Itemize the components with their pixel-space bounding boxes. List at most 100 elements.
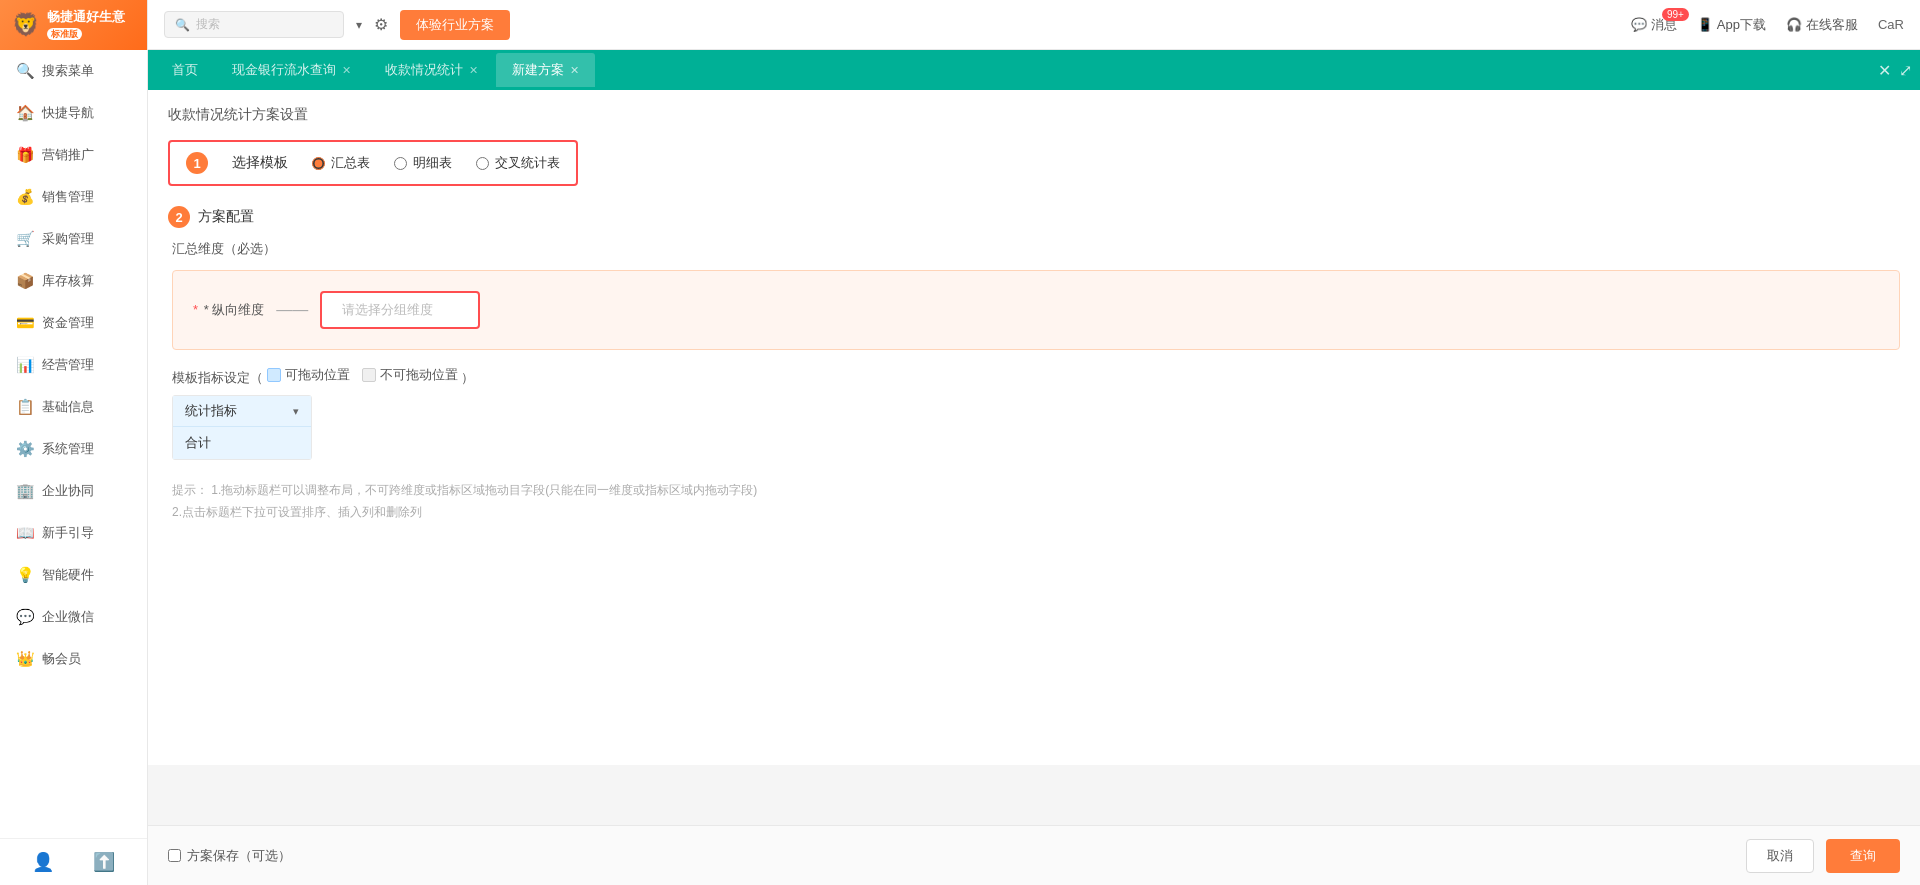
dimension-area: * * 纵向维度 —— 请选择分组维度 xyxy=(172,270,1900,350)
book-icon: 📖 xyxy=(16,524,34,542)
message-btn[interactable]: 💬 消息 99+ xyxy=(1631,16,1677,34)
dimension-select[interactable]: 请选择分组维度 xyxy=(320,291,480,329)
sidebar-item-label: 畅会员 xyxy=(42,650,81,668)
search-icon-small: 🔍 xyxy=(175,18,190,32)
service-label: 在线客服 xyxy=(1806,16,1858,34)
download-btn[interactable]: 📱 App下载 xyxy=(1697,16,1766,34)
industry-btn[interactable]: 体验行业方案 xyxy=(400,10,510,40)
sidebar-item-label: 资金管理 xyxy=(42,314,94,332)
cancel-button[interactable]: 取消 xyxy=(1746,839,1814,873)
sidebar-item-capital[interactable]: 💳 资金管理 xyxy=(0,302,147,344)
sidebar-bottom-icon-2[interactable]: ⬆️ xyxy=(93,851,115,873)
page-title: 收款情况统计方案设置 xyxy=(168,106,1900,124)
sidebar: 🦁 畅捷通好生意 标准版 🔍 搜索菜单 🏠 快捷导航 🎁 营销推广 💰 销售管理… xyxy=(0,0,148,885)
chart-icon: 📊 xyxy=(16,356,34,374)
tab-collection-label: 收款情况统计 xyxy=(385,61,463,79)
tip-1: 提示： 1.拖动标题栏可以调整布局，不可跨维度或指标区域拖动目字段(只能在同一维… xyxy=(172,480,1900,502)
sidebar-item-label: 采购管理 xyxy=(42,230,94,248)
step2-title: 方案配置 xyxy=(198,208,254,226)
sidebar-item-label: 企业微信 xyxy=(42,608,94,626)
tab-collection-close[interactable]: ✕ xyxy=(469,64,478,77)
sidebar-item-hardware[interactable]: 💡 智能硬件 xyxy=(0,554,147,596)
sidebar-item-quicknav[interactable]: 🏠 快捷导航 xyxy=(0,92,147,134)
tab-collection-stat[interactable]: 收款情况统计 ✕ xyxy=(369,53,494,87)
search-placeholder: 搜索 xyxy=(196,16,220,33)
user-avatar[interactable]: CaR xyxy=(1878,17,1904,32)
radio-detail-input[interactable] xyxy=(394,157,407,170)
metrics-hints: 可拖动位置 不可拖动位置 xyxy=(267,366,458,384)
sidebar-item-label: 新手引导 xyxy=(42,524,94,542)
search-icon: 🔍 xyxy=(16,62,34,80)
sidebar-item-guide[interactable]: 📖 新手引导 xyxy=(0,512,147,554)
tabbar: 首页 现金银行流水查询 ✕ 收款情况统计 ✕ 新建方案 ✕ ✕ ⤢ xyxy=(148,50,1920,90)
metrics-category-header[interactable]: 统计指标 ▾ xyxy=(173,396,311,427)
sidebar-bottom: 👤 ⬆️ xyxy=(0,838,147,885)
tab-bank-close[interactable]: ✕ xyxy=(342,64,351,77)
sidebar-item-enterprise[interactable]: 🏢 企业协同 xyxy=(0,470,147,512)
metrics-grid: 统计指标 ▾ 合计 xyxy=(172,395,312,460)
radio-cross-input[interactable] xyxy=(476,157,489,170)
tip-2: 2.点击标题栏下拉可设置排序、插入列和删除列 xyxy=(172,502,1900,524)
sidebar-item-wechat[interactable]: 💬 企业微信 xyxy=(0,596,147,638)
save-label: 方案保存（可选） xyxy=(187,847,291,865)
save-checkbox-input[interactable] xyxy=(168,849,181,862)
dimension-row: * * 纵向维度 —— 请选择分组维度 xyxy=(193,291,1879,329)
gear-icon: ⚙️ xyxy=(16,440,34,458)
step2-num: 2 xyxy=(168,206,190,228)
sidebar-item-purchase[interactable]: 🛒 采购管理 xyxy=(0,218,147,260)
tabbar-actions: ✕ ⤢ xyxy=(1878,61,1912,80)
sidebar-item-label: 快捷导航 xyxy=(42,104,94,122)
logo-icon: 🦁 xyxy=(12,12,39,38)
topbar-search-box[interactable]: 🔍 搜索 xyxy=(164,11,344,38)
settings-icon[interactable]: ⚙ xyxy=(374,15,388,34)
sidebar-bottom-icon-1[interactable]: 👤 xyxy=(32,851,54,873)
save-option[interactable]: 方案保存（可选） xyxy=(168,847,291,865)
sidebar-item-label: 企业协同 xyxy=(42,482,94,500)
tab-home[interactable]: 首页 xyxy=(156,53,214,87)
crown-icon: 👑 xyxy=(16,650,34,668)
sidebar-item-marketing[interactable]: 🎁 营销推广 xyxy=(0,134,147,176)
sidebar-item-system[interactable]: ⚙️ 系统管理 xyxy=(0,428,147,470)
tab-new-plan-close[interactable]: ✕ xyxy=(570,64,579,77)
sidebar-item-inventory[interactable]: 📦 库存核算 xyxy=(0,260,147,302)
tips-section: 提示： 1.拖动标题栏可以调整布局，不可跨维度或指标区域拖动目字段(只能在同一维… xyxy=(172,480,1900,523)
card-icon: 💳 xyxy=(16,314,34,332)
sidebar-item-label: 基础信息 xyxy=(42,398,94,416)
sidebar-item-base[interactable]: 📋 基础信息 xyxy=(0,386,147,428)
sidebar-item-label: 销售管理 xyxy=(42,188,94,206)
radio-cross[interactable]: 交叉统计表 xyxy=(476,154,560,172)
sidebar-item-operation[interactable]: 📊 经营管理 xyxy=(0,344,147,386)
metrics-title-text: 模板指标设定（ xyxy=(172,370,263,385)
sidebar-item-sales[interactable]: 💰 销售管理 xyxy=(0,176,147,218)
sidebar-item-label: 营销推广 xyxy=(42,146,94,164)
dropdown-arrow[interactable]: ▾ xyxy=(356,18,362,32)
message-badge: 99+ xyxy=(1662,8,1689,21)
download-icon: 📱 xyxy=(1697,17,1713,32)
metrics-dropdown-icon[interactable]: ▾ xyxy=(293,405,299,418)
metrics-category-label: 统计指标 xyxy=(185,402,237,420)
logo-badge: 标准版 xyxy=(47,28,82,40)
tab-new-plan[interactable]: 新建方案 ✕ xyxy=(496,53,595,87)
maximize-icon[interactable]: ⤢ xyxy=(1899,61,1912,80)
dimension-config: 汇总维度（必选） * * 纵向维度 —— 请选择分组维度 xyxy=(168,240,1900,523)
home-icon: 🏠 xyxy=(16,104,34,122)
tab-bank[interactable]: 现金银行流水查询 ✕ xyxy=(216,53,367,87)
hint-fixed-label: 不可拖动位置 xyxy=(380,366,458,384)
query-button[interactable]: 查询 xyxy=(1826,839,1900,873)
topbar: 🔍 搜索 ▾ ⚙ 体验行业方案 💬 消息 99+ 📱 App下载 🎧 在线客服 … xyxy=(148,0,1920,50)
service-btn[interactable]: 🎧 在线客服 xyxy=(1786,16,1858,34)
radio-summary-input[interactable] xyxy=(312,157,325,170)
step1-header: 1 选择模板 汇总表 明细表 交叉统计表 xyxy=(168,140,1900,186)
sidebar-item-search[interactable]: 🔍 搜索菜单 xyxy=(0,50,147,92)
template-box: 1 选择模板 汇总表 明细表 交叉统计表 xyxy=(168,140,578,186)
radio-detail[interactable]: 明细表 xyxy=(394,154,452,172)
avatar-text: CaR xyxy=(1878,17,1904,32)
content-area: 收款情况统计方案设置 1 选择模板 汇总表 明细表 xyxy=(148,90,1920,825)
radio-summary[interactable]: 汇总表 xyxy=(312,154,370,172)
close-all-icon[interactable]: ✕ xyxy=(1878,61,1891,80)
step1-num: 1 xyxy=(186,152,208,174)
sidebar-item-member[interactable]: 👑 畅会员 xyxy=(0,638,147,680)
arrow-icon: —— xyxy=(276,301,308,319)
chat-icon: 💬 xyxy=(16,608,34,626)
step2-header: 2 方案配置 xyxy=(168,206,1900,228)
